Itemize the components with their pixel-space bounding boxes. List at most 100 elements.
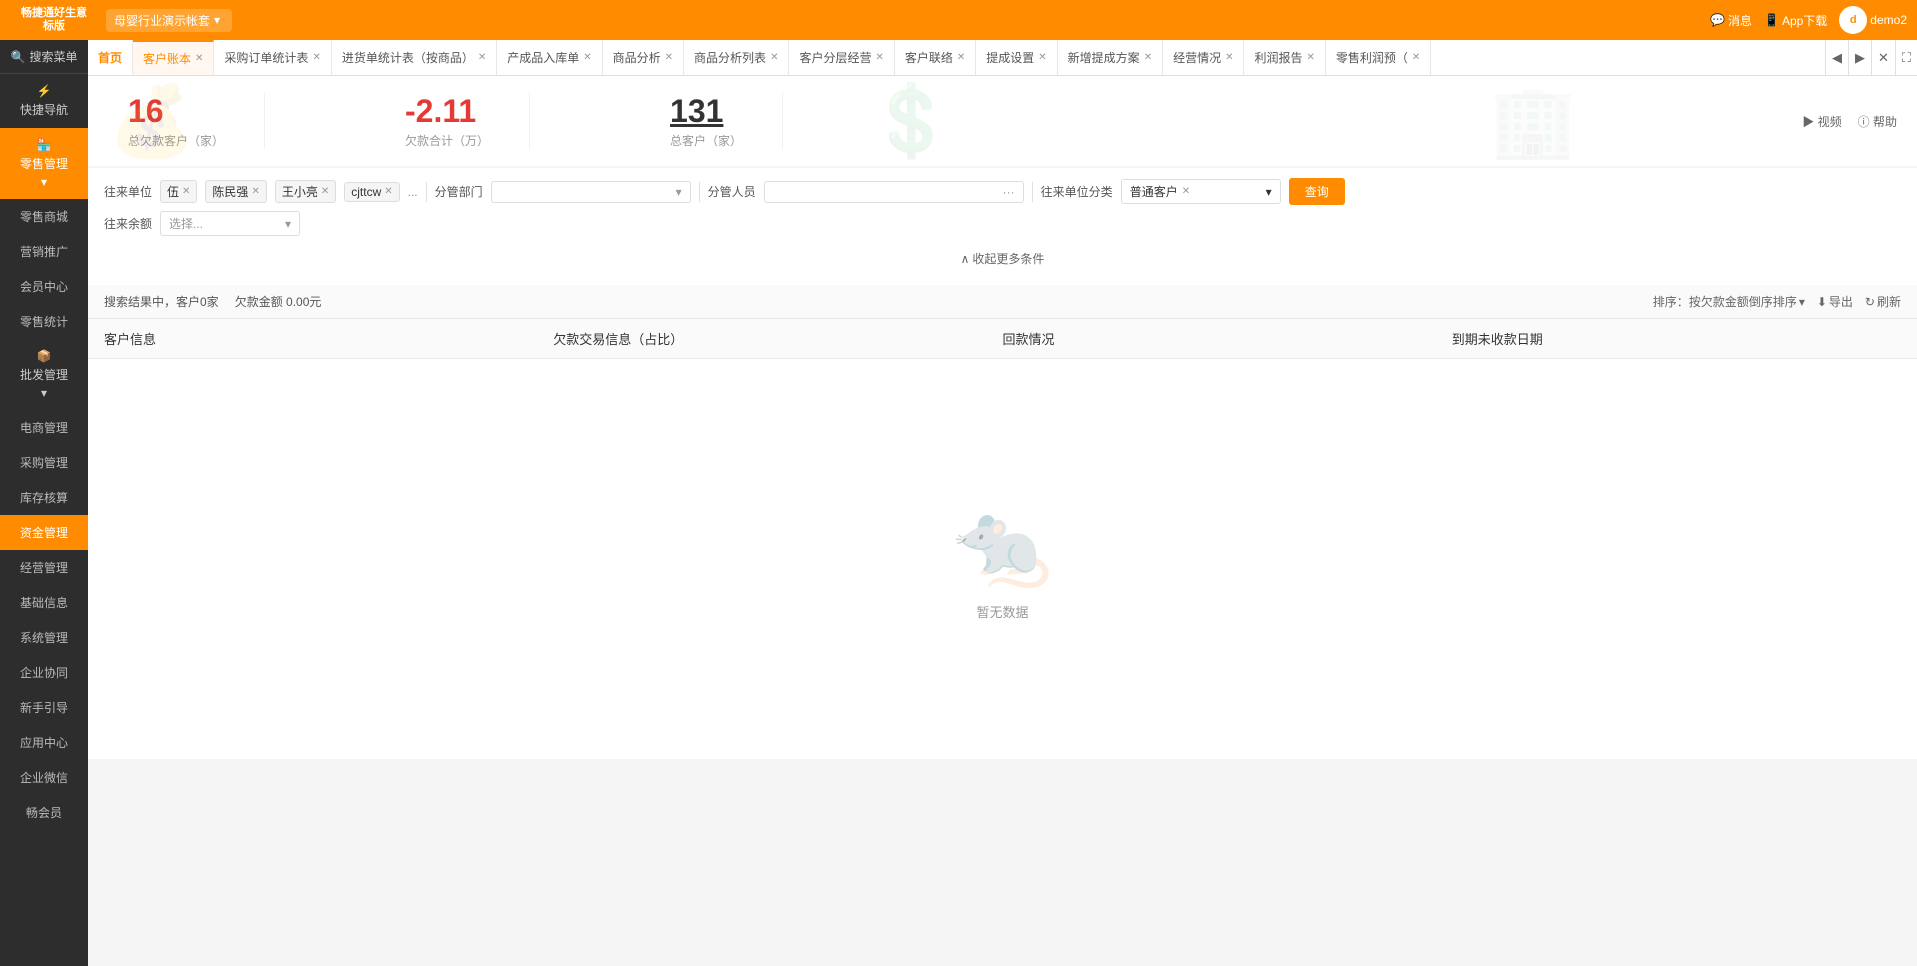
person-filter-select[interactable]: ··· bbox=[764, 181, 1024, 203]
filter-divider-2 bbox=[699, 182, 700, 202]
tab-goods-analysis-list-close[interactable]: ✕ bbox=[770, 52, 778, 63]
tab-customer-contact-close[interactable]: ✕ bbox=[957, 52, 965, 63]
sidebar-item-app-center[interactable]: 应用中心 bbox=[0, 725, 88, 760]
sidebar-item-basic-info[interactable]: 基础信息 bbox=[0, 585, 88, 620]
tab-retail-profit[interactable]: 零售利润预（ ✕ bbox=[1326, 40, 1431, 76]
filter-tag-wang: 王小亮 ✕ bbox=[275, 180, 336, 203]
filter-tag-unit-close[interactable]: ✕ bbox=[182, 186, 190, 197]
filter-tag-chen-close[interactable]: ✕ bbox=[251, 186, 259, 197]
tab-commission-setting-close[interactable]: ✕ bbox=[1038, 52, 1046, 63]
help-button[interactable]: ⓘ 帮助 bbox=[1858, 113, 1897, 130]
tab-customer-ledger[interactable]: 客户账本 ✕ bbox=[133, 40, 214, 76]
tab-scroll-left[interactable]: ◀ bbox=[1825, 40, 1848, 76]
sidebar-item-ecommerce[interactable]: 电商管理 bbox=[0, 410, 88, 445]
tab-profit-report[interactable]: 利润报告 ✕ bbox=[1244, 40, 1325, 76]
tab-close-all[interactable]: ✕ bbox=[1871, 40, 1895, 76]
dept-filter-label: 分管部门 bbox=[435, 183, 483, 200]
filter-row-1: 往来单位 伍 ✕ 陈民强 ✕ 王小亮 ✕ bbox=[104, 178, 1901, 205]
sidebar-item-member-center[interactable]: 会员中心 bbox=[0, 269, 88, 304]
collapse-up-icon: ∧ bbox=[961, 252, 970, 266]
tab-customer-contact-label: 客户联络 bbox=[905, 49, 953, 66]
expand-icon: ▾ bbox=[41, 386, 47, 400]
tab-customer-contact[interactable]: 客户联络 ✕ bbox=[895, 40, 976, 76]
message-icon: 💬 bbox=[1710, 13, 1725, 27]
sidebar-item-wechat[interactable]: 企业微信 bbox=[0, 760, 88, 795]
sidebar-item-newbie[interactable]: 新手引导 bbox=[0, 690, 88, 725]
filter-more-tags[interactable]: ... bbox=[408, 185, 418, 199]
refresh-button[interactable]: ↻ 刷新 bbox=[1865, 293, 1901, 310]
tab-add-commission-close[interactable]: ✕ bbox=[1144, 52, 1152, 63]
tab-fullscreen[interactable]: ⛶ bbox=[1895, 40, 1917, 76]
tab-purchase-stats[interactable]: 采购订单统计表 ✕ bbox=[214, 40, 331, 76]
sidebar-item-retail[interactable]: 🏪 零售管理 ▾ bbox=[0, 128, 88, 199]
system-label: 系统管理 bbox=[20, 631, 68, 645]
query-button[interactable]: 查询 bbox=[1289, 178, 1345, 205]
dept-filter-select[interactable]: ▾ bbox=[491, 181, 691, 203]
sidebar-item-purchase[interactable]: 采购管理 bbox=[0, 445, 88, 480]
tab-inbound-stats[interactable]: 进货单统计表（按商品） ✕ bbox=[332, 40, 497, 76]
sort-icon: ▾ bbox=[1799, 295, 1805, 309]
sidebar-quick-nav[interactable]: ⚡ 快捷导航 bbox=[0, 74, 88, 128]
workspace-selector[interactable]: 母婴行业演示帐套 ▾ bbox=[98, 9, 1710, 32]
table-header: 客户信息 欠款交易信息（占比） 回款情况 到期未收款日期 bbox=[88, 319, 1917, 359]
filter-divider-1 bbox=[426, 182, 427, 202]
tab-scroll-right[interactable]: ▶ bbox=[1848, 40, 1871, 76]
category-filter-select[interactable]: 普通客户 ✕ ▾ bbox=[1121, 179, 1281, 204]
sidebar-item-enterprise[interactable]: 企业协同 bbox=[0, 655, 88, 690]
collapse-button[interactable]: ∧ 收起更多条件 bbox=[953, 246, 1053, 271]
app-download-button[interactable]: 📱 App下载 bbox=[1764, 12, 1827, 29]
filter-tag-wang-close[interactable]: ✕ bbox=[321, 186, 329, 197]
sidebar-item-wholesale[interactable]: 📦 批发管理 ▾ bbox=[0, 339, 88, 410]
tab-business-situation-close[interactable]: ✕ bbox=[1225, 52, 1233, 63]
tab-product-inbound-close[interactable]: ✕ bbox=[583, 52, 591, 63]
sidebar-item-vip[interactable]: 畅会员 bbox=[0, 795, 88, 830]
app-center-label: 应用中心 bbox=[20, 736, 68, 750]
workspace-chevron-icon: ▾ bbox=[214, 13, 220, 27]
balance-filter-select[interactable]: 选择... ▾ bbox=[160, 211, 300, 236]
stats-panel: 💰 💲 🏢 16 总欠款客户（家） -2.11 欠款合计（万） 131 总客户（… bbox=[88, 76, 1917, 166]
tab-commission-setting[interactable]: 提成设置 ✕ bbox=[976, 40, 1057, 76]
export-button[interactable]: ⬇ 导出 bbox=[1817, 293, 1853, 310]
tab-purchase-stats-close[interactable]: ✕ bbox=[312, 52, 320, 63]
tab-retail-profit-close[interactable]: ✕ bbox=[1412, 52, 1420, 63]
sidebar-item-retail-stats[interactable]: 零售统计 bbox=[0, 304, 88, 339]
help-icon: ⓘ bbox=[1858, 115, 1870, 129]
tab-inbound-stats-close[interactable]: ✕ bbox=[478, 52, 486, 63]
sort-button[interactable]: 排序：按欠款金额倒序排序 ▾ bbox=[1653, 293, 1805, 310]
empty-text: 暂无数据 bbox=[976, 602, 1028, 621]
tab-goods-analysis[interactable]: 商品分析 ✕ bbox=[603, 40, 684, 76]
tab-home[interactable]: 首页 bbox=[88, 40, 133, 76]
sidebar-item-operation[interactable]: 经营管理 bbox=[0, 550, 88, 585]
message-button[interactable]: 💬 消息 bbox=[1710, 12, 1752, 29]
vip-label: 畅会员 bbox=[26, 806, 62, 820]
tab-customer-tier[interactable]: 客户分层经营 ✕ bbox=[789, 40, 894, 76]
sidebar-item-inventory[interactable]: 库存核算 bbox=[0, 480, 88, 515]
user-menu-button[interactable]: d demo2 bbox=[1839, 6, 1907, 34]
tab-customer-tier-close[interactable]: ✕ bbox=[875, 52, 883, 63]
person-filter-label: 分管人员 bbox=[708, 183, 756, 200]
tab-goods-analysis-close[interactable]: ✕ bbox=[665, 52, 673, 63]
tab-inbound-stats-label: 进货单统计表（按商品） bbox=[342, 49, 474, 66]
marketing-label: 营销推广 bbox=[20, 245, 68, 259]
tab-profit-report-label: 利润报告 bbox=[1254, 49, 1302, 66]
sidebar-search[interactable]: 🔍 搜索菜单 bbox=[0, 40, 88, 74]
export-label: 导出 bbox=[1829, 293, 1853, 310]
tab-goods-analysis-list[interactable]: 商品分析列表 ✕ bbox=[684, 40, 789, 76]
tab-profit-report-close[interactable]: ✕ bbox=[1307, 52, 1315, 63]
sidebar-item-marketing[interactable]: 营销推广 bbox=[0, 234, 88, 269]
col-debt-info: 欠款交易信息（占比） bbox=[553, 329, 1002, 348]
tab-customer-ledger-close[interactable]: ✕ bbox=[195, 53, 203, 64]
category-tag-close[interactable]: ✕ bbox=[1182, 186, 1190, 197]
data-table: 客户信息 欠款交易信息（占比） 回款情况 到期未收款日期 🐀 暂无数据 bbox=[88, 319, 1917, 759]
sidebar-item-finance[interactable]: 资金管理 bbox=[0, 515, 88, 550]
tab-add-commission[interactable]: 新增提成方案 ✕ bbox=[1058, 40, 1163, 76]
stat-bg-icon-3: 🏢 bbox=[1490, 81, 1577, 163]
video-button[interactable]: ▶ 视频 bbox=[1802, 113, 1841, 130]
tab-business-situation[interactable]: 经营情况 ✕ bbox=[1163, 40, 1244, 76]
filter-tag-cjttcw-close[interactable]: ✕ bbox=[384, 186, 392, 197]
sidebar-item-retail-mall[interactable]: 零售商城 bbox=[0, 199, 88, 234]
tab-product-inbound[interactable]: 产成品入库单 ✕ bbox=[497, 40, 602, 76]
member-center-label: 会员中心 bbox=[20, 280, 68, 294]
retail-label: 零售管理 bbox=[20, 155, 68, 172]
sidebar-item-system[interactable]: 系统管理 bbox=[0, 620, 88, 655]
